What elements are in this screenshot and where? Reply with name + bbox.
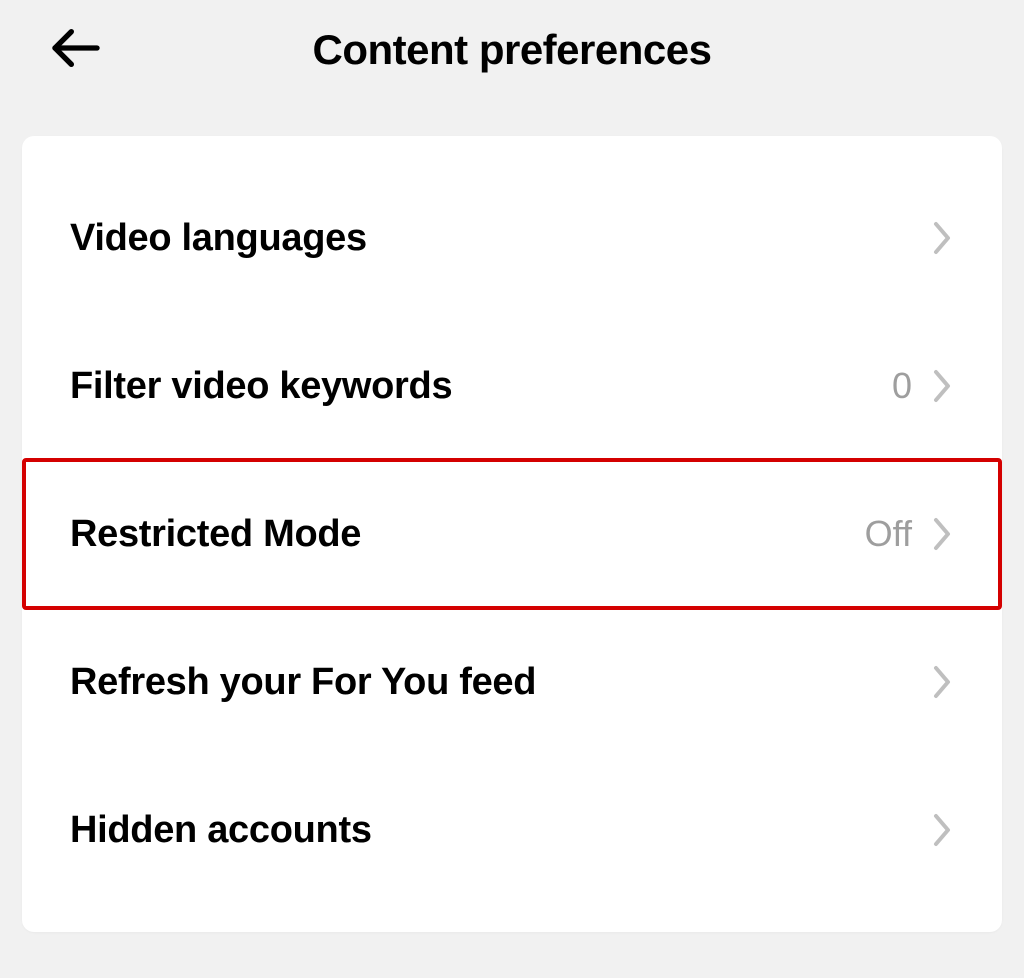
page-title: Content preferences [40,26,984,74]
header: Content preferences [0,0,1024,100]
row-right [930,662,954,702]
row-value: 0 [892,365,912,407]
chevron-right-icon [930,662,954,702]
row-right [930,218,954,258]
row-video-languages[interactable]: Video languages [22,164,1002,312]
chevron-right-icon [930,218,954,258]
row-right [930,810,954,850]
back-button[interactable] [48,22,104,78]
row-refresh-feed[interactable]: Refresh your For You feed [22,608,1002,756]
settings-panel: Video languages Filter video keywords 0 … [22,136,1002,932]
row-right: 0 [892,365,954,407]
row-filter-keywords[interactable]: Filter video keywords 0 [22,312,1002,460]
row-label: Filter video keywords [70,365,452,408]
row-label: Restricted Mode [70,513,361,556]
row-right: Off [865,513,954,555]
chevron-right-icon [930,514,954,554]
row-label: Refresh your For You feed [70,661,536,704]
chevron-right-icon [930,366,954,406]
chevron-right-icon [930,810,954,850]
back-arrow-icon [48,20,104,81]
row-value: Off [865,513,912,555]
row-label: Hidden accounts [70,809,372,852]
row-restricted-mode[interactable]: Restricted Mode Off [24,460,1000,608]
row-hidden-accounts[interactable]: Hidden accounts [22,756,1002,904]
row-label: Video languages [70,217,367,260]
